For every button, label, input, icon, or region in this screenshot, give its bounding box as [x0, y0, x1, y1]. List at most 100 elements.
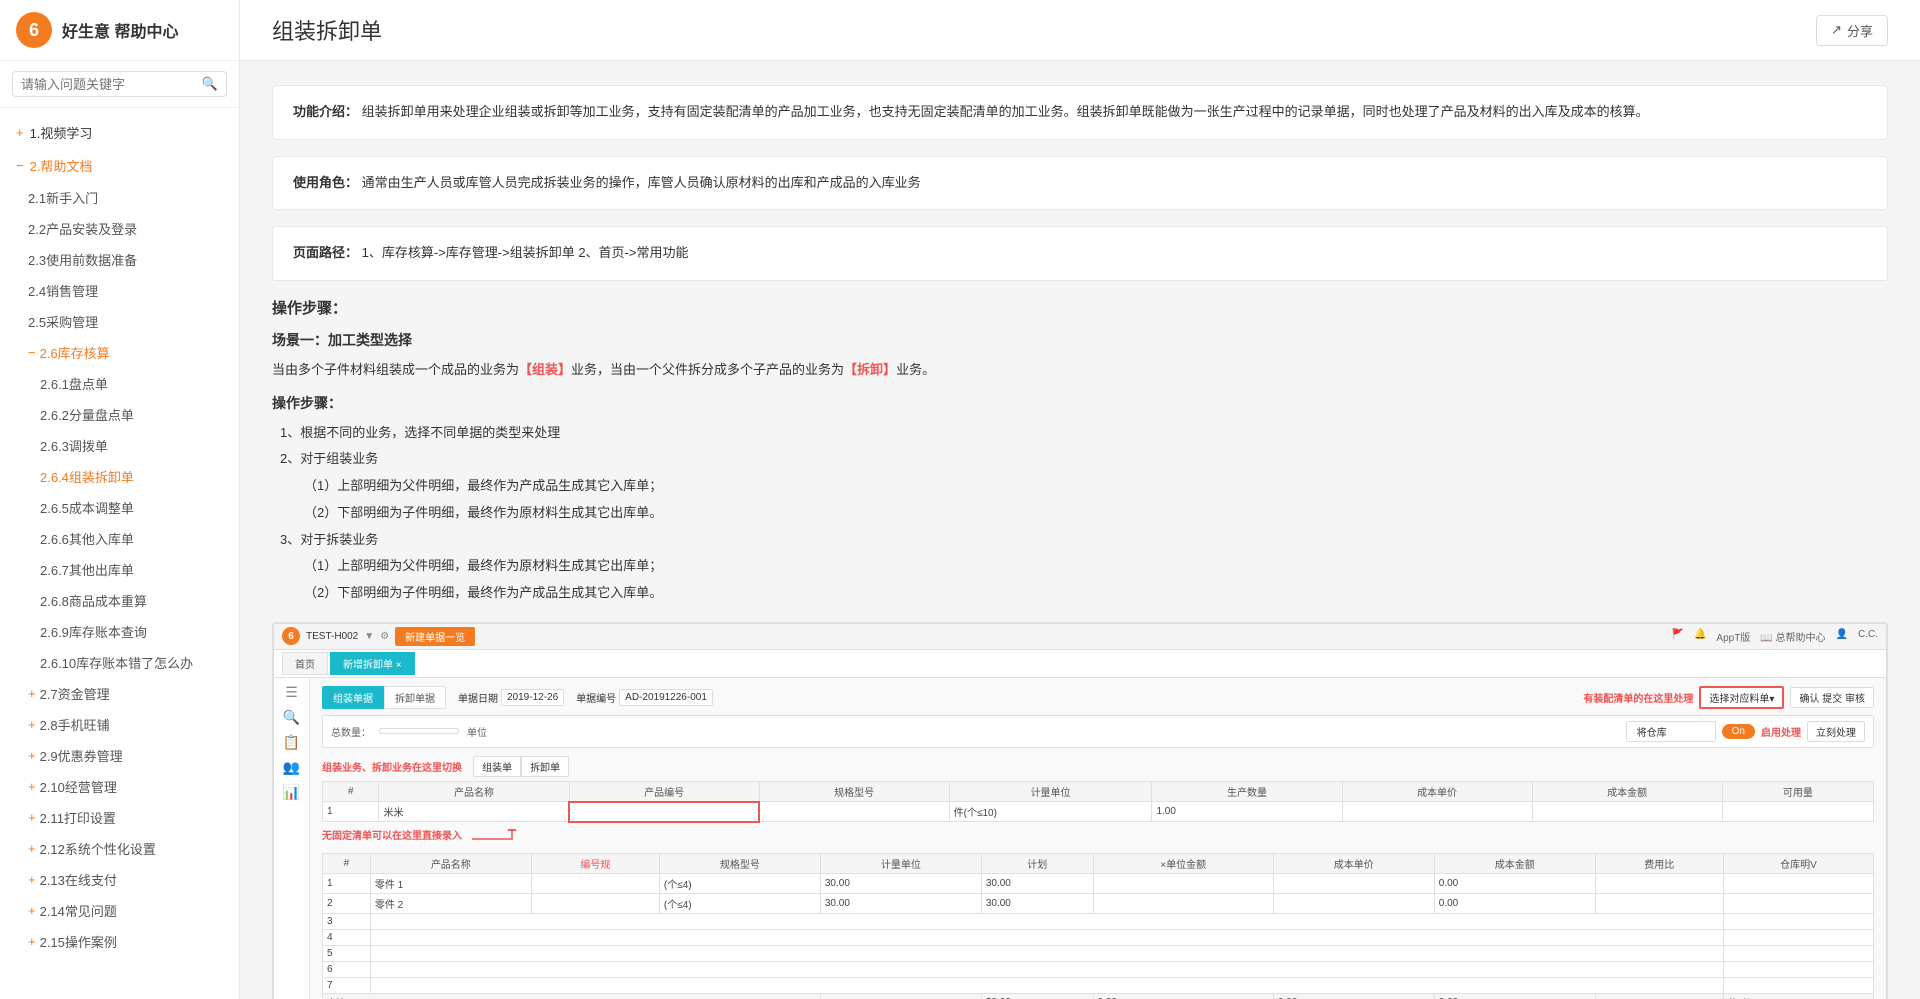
sidebar-item-2-13[interactable]: + 2.13在线支付 [0, 864, 239, 895]
sidebar-item-2-6-6[interactable]: 2.6.6其他入库单 [0, 523, 239, 554]
annot1-text: 有装配清单的在这里处理 [1583, 690, 1693, 705]
sidebar-item-2-1[interactable]: 2.1新手入门 [0, 182, 239, 213]
sidebar-label-2-5: 2.5采购管理 [28, 315, 98, 330]
mock-flag-icon: 🚩 [1672, 629, 1684, 644]
mock-lth-wh: 仓库明V [1723, 853, 1873, 873]
mock-ltd-7: 7 [323, 977, 371, 993]
sidebar-item-2-2[interactable]: 2.2产品安装及登录 [0, 213, 239, 244]
mock-td-cost-1 [1342, 802, 1532, 822]
sidebar-item-2-6-10[interactable]: 2.6.10库存账本错了怎么办 [0, 647, 239, 678]
sidebar-item-2[interactable]: − 2.帮助文档 [0, 149, 239, 182]
sidebar-label-2-6-1: 2.6.1盘点单 [40, 377, 108, 392]
mock-ltd-wh-5 [1723, 945, 1873, 961]
mock-tab-chaiqian[interactable]: 拆卸单据 [384, 686, 446, 709]
mock-on-toggle-area: 将仓库 On 启用处理 立刻处理 [1626, 721, 1865, 742]
mock-ltd-wh-2 [1723, 893, 1873, 913]
mock-tab-active[interactable]: 新增拆卸单 × [330, 652, 415, 675]
sidebar-item-2-6-4[interactable]: 2.6.4组装拆卸单 [0, 461, 239, 492]
mock-tab-zuzhuang[interactable]: 组装单据 [322, 686, 384, 709]
sidebar-item-2-9[interactable]: + 2.9优惠券管理 [0, 740, 239, 771]
mock-qty-input[interactable] [379, 728, 459, 734]
mock-tab-home[interactable]: 首页 [282, 652, 328, 675]
mock-main-content: 组装单据 拆卸单据 单据日期 2019-12-26 [310, 678, 1886, 999]
mock-date-input[interactable]: 2019-12-26 [501, 689, 564, 706]
sidebar-label-2-10: 2.10经营管理 [40, 777, 117, 796]
sidebar-item-2-6-8[interactable]: 2.6.8商品成本重算 [0, 585, 239, 616]
mock-toggle-on[interactable]: On [1722, 724, 1755, 739]
mock-nav-icon-1[interactable]: ☰ [285, 684, 298, 701]
mock-th-spec: 规格型号 [759, 781, 949, 802]
mock-btn-action[interactable]: 确认 提交 审核 [1790, 687, 1874, 708]
mock-nav-icon-2[interactable]: 🔍 [283, 709, 300, 726]
search-icon[interactable]: 🔍 [202, 76, 218, 92]
scenario1-title: 场景一：加工类型选择 [272, 330, 1888, 350]
sidebar-item-2-4[interactable]: 2.4销售管理 [0, 275, 239, 306]
mock-apps-label: AppT版 [1716, 629, 1750, 644]
mock-td-total-1 [1532, 802, 1722, 822]
share-button[interactable]: ↗ 分享 [1816, 15, 1888, 46]
sidebar-item-2-6-5[interactable]: 2.6.5成本调整单 [0, 492, 239, 523]
func-intro-text: 组装拆卸单用来处理企业组装或拆卸等加工业务，支持有固定装配清单的产品加工业务，也… [362, 104, 1649, 119]
mock-lth-actual: ×单位金额 [1093, 853, 1273, 873]
mock-nav-icon-4[interactable]: 👥 [283, 759, 300, 776]
sidebar-item-2-15[interactable]: + 2.15操作案例 [0, 926, 239, 957]
mock-lower-row-4: 4 [323, 929, 1874, 945]
sidebar-label-2-9: 2.9优惠券管理 [40, 746, 123, 765]
search-input[interactable] [21, 77, 202, 92]
mock-ltd-empty-6 [370, 961, 1723, 977]
mock-lower-row-6: 6 [323, 961, 1874, 977]
sidebar-item-2-10[interactable]: + 2.10经营管理 [0, 771, 239, 802]
sidebar-label-2-6-9: 2.6.9库存账本查询 [40, 625, 147, 640]
sidebar-item-2-8[interactable]: + 2.8手机旺铺 [0, 709, 239, 740]
annot4-text: 无固定清单可以在这里直接录入 [322, 827, 462, 842]
mock-ltd-4: 4 [323, 929, 371, 945]
mock-nav-icon-3[interactable]: 📋 [283, 734, 300, 751]
path-label: 页面路径： [293, 245, 362, 260]
mock-switch-zuzhuang[interactable]: 组装单 [473, 756, 521, 777]
mock-btn-red-outline[interactable]: 选择对应料单▾ [1699, 686, 1784, 709]
sidebar-label-1: 1.视频学习 [30, 123, 93, 142]
sidebar-item-2-6-1[interactable]: 2.6.1盘点单 [0, 368, 239, 399]
content-area: 功能介绍： 组装拆卸单用来处理企业组装或拆卸等加工业务，支持有固定装配清单的产品… [240, 61, 1920, 999]
sidebar-item-1[interactable]: + 1.视频学习 [0, 116, 239, 149]
mock-nav-icon-5[interactable]: 📊 [283, 784, 300, 801]
sidebar-item-2-12[interactable]: + 2.12系统个性化设置 [0, 833, 239, 864]
minus-icon-2-6: − [28, 345, 36, 360]
mock-docno-input[interactable]: AD-20191226-001 [619, 689, 713, 706]
mock-th-cost: 成本单价 [1342, 781, 1532, 802]
sidebar-label-2-6-6: 2.6.6其他入库单 [40, 532, 134, 547]
mock-switch-chaiqian[interactable]: 拆卸单 [521, 756, 569, 777]
search-input-wrap[interactable]: 🔍 [12, 71, 227, 97]
mock-action-btn2[interactable]: 立刻处理 [1807, 721, 1865, 742]
plus-icon-2-12: + [28, 841, 36, 856]
sidebar-label-2-6: 2.6库存核算 [40, 343, 110, 362]
plus-icon-2-10: + [28, 779, 36, 794]
mock-lower-row-5: 5 [323, 945, 1874, 961]
sidebar-item-2-14[interactable]: + 2.14常见问题 [0, 895, 239, 926]
sidebar-item-2-6-2[interactable]: 2.6.2分量盘点单 [0, 399, 239, 430]
sidebar-label-2-13: 2.13在线支付 [40, 870, 117, 889]
sidebar-label-2-7: 2.7资金管理 [40, 684, 110, 703]
share-icon: ↗ [1831, 22, 1842, 38]
mock-new-doc-btn[interactable]: 新建单据一览 [395, 627, 475, 646]
mock-th-total: 成本金额 [1532, 781, 1722, 802]
sidebar-item-2-6-3[interactable]: 2.6.3调拨单 [0, 430, 239, 461]
mock-lth-avail: 费用比 [1595, 853, 1723, 873]
mock-user-name: C.C. [1858, 629, 1878, 644]
role-label: 使用角色： [293, 175, 362, 190]
mock-footer-plan: $0.00 [981, 993, 1093, 999]
mock-th-num: # [323, 781, 379, 802]
sidebar-item-2-6[interactable]: − 2.6库存核算 [0, 337, 239, 368]
mock-ltd-plan-1: 30.00 [981, 873, 1093, 893]
sidebar-item-2-7[interactable]: + 2.7资金管理 [0, 678, 239, 709]
sidebar-item-2-6-9[interactable]: 2.6.9库存账本查询 [0, 616, 239, 647]
step-3-2: （2）下部明细为子件明细，最终作为产成品生成其它入库单。 [304, 581, 1888, 606]
sidebar-item-2-5[interactable]: 2.5采购管理 [0, 306, 239, 337]
sidebar-item-2-11[interactable]: + 2.11打印设置 [0, 802, 239, 833]
mock-wh-label-input[interactable]: 将仓库 [1626, 721, 1716, 742]
sidebar-item-2-6-7[interactable]: 2.6.7其他出库单 [0, 554, 239, 585]
mock-lth-num: # [323, 853, 371, 873]
mock-user-icon: 👤 [1836, 629, 1848, 644]
sidebar-item-2-3[interactable]: 2.3使用前数据准备 [0, 244, 239, 275]
mock-ltd-unit-1: 30.00 [820, 873, 981, 893]
